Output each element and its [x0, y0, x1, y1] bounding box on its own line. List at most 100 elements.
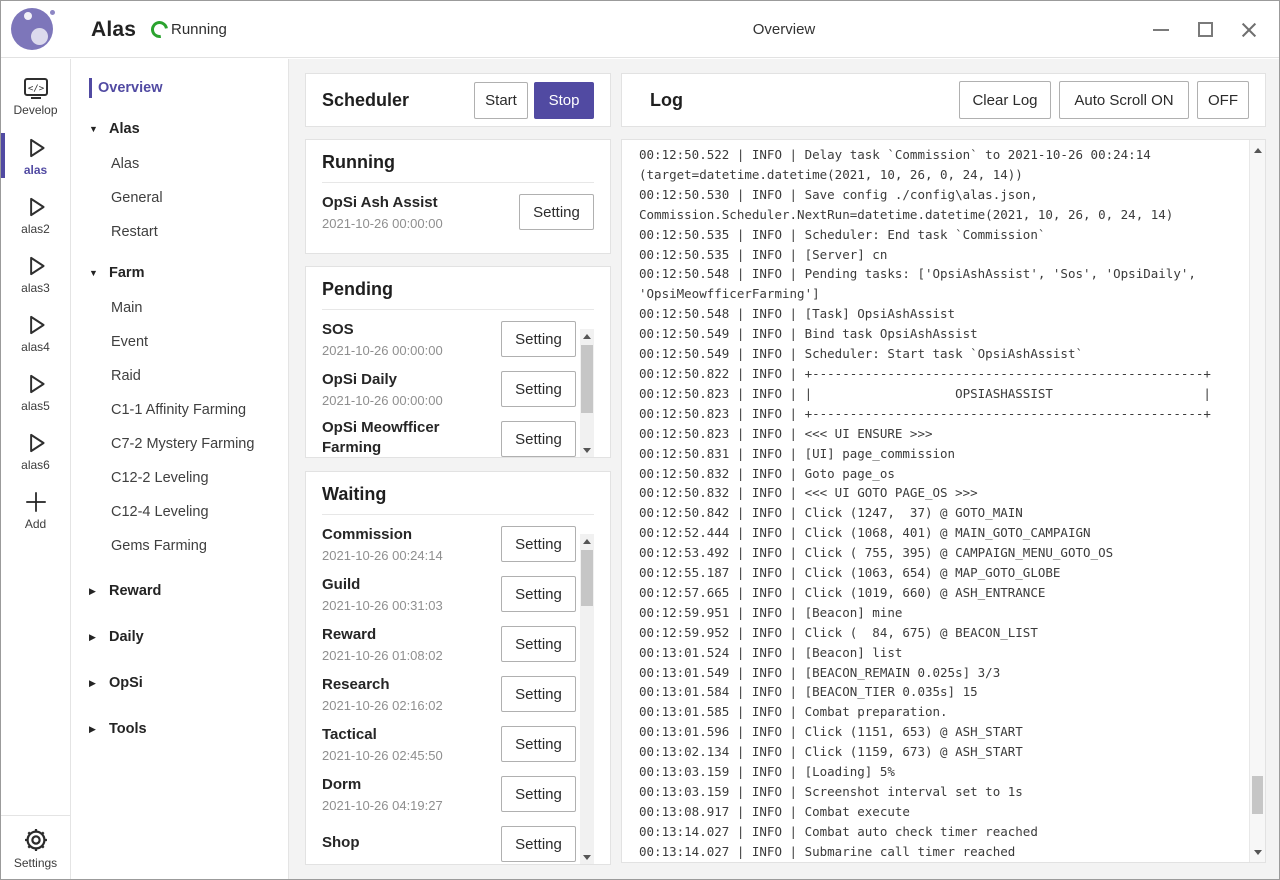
log-line: 00:12:52.444 | INFO | Click (1068, 401) …: [639, 523, 1251, 543]
log-panel-header: Log Clear Log Auto Scroll ON OFF: [621, 73, 1266, 127]
logo-blob: [24, 12, 32, 20]
scroll-up-icon[interactable]: [580, 329, 594, 343]
plus-icon: [23, 489, 49, 515]
setting-button[interactable]: Setting: [501, 626, 576, 662]
log-line: 00:12:50.548 | INFO | [Task] OpsiAshAssi…: [639, 304, 1251, 324]
window-title: Overview: [289, 1, 1279, 58]
rail-item-alas3[interactable]: alas3: [1, 244, 70, 303]
setting-button[interactable]: Setting: [501, 776, 576, 812]
rail-item-alas2[interactable]: alas2: [1, 185, 70, 244]
start-button[interactable]: Start: [474, 82, 528, 119]
task-row-commission: Commission 2021-10-26 00:24:14 Setting: [322, 519, 576, 569]
titlebar: Alas Running Overview: [1, 1, 1279, 58]
auto-scroll-on-button[interactable]: Auto Scroll ON: [1059, 81, 1189, 119]
nav-group-farm[interactable]: ▼ Farm: [71, 255, 288, 291]
log-output: 00:12:50.522 | INFO | Delay task `Commis…: [639, 145, 1251, 862]
setting-button[interactable]: Setting: [501, 826, 576, 862]
nav-item-raid[interactable]: Raid: [71, 359, 288, 393]
log-line: 00:12:59.951 | INFO | [Beacon] mine: [639, 603, 1251, 623]
rail-item-alas4[interactable]: alas4: [1, 303, 70, 362]
nav-item-c7-2-mystery-farming[interactable]: C7-2 Mystery Farming: [71, 427, 288, 461]
pending-scrollbar[interactable]: [580, 329, 594, 457]
nav-group-label: Daily: [109, 629, 144, 645]
log-line: 00:13:14.027 | INFO | Submarine call tim…: [639, 842, 1251, 862]
nav-item-event[interactable]: Event: [71, 325, 288, 359]
setting-button[interactable]: Setting: [519, 194, 594, 230]
divider: [322, 182, 594, 183]
task-next-run: 2021-10-26 00:31:03: [322, 598, 494, 613]
scrollbar-thumb[interactable]: [581, 345, 593, 413]
log-line: 00:13:01.524 | INFO | [Beacon] list: [639, 643, 1251, 663]
task-name: OpSi Daily: [322, 370, 494, 390]
scroll-down-icon[interactable]: [1250, 844, 1265, 860]
setting-button[interactable]: Setting: [501, 321, 576, 357]
nav-item-gems-farming[interactable]: Gems Farming: [71, 529, 288, 563]
scroll-up-icon[interactable]: [1250, 142, 1265, 158]
rail-item-label: alas3: [21, 281, 50, 295]
clear-log-button[interactable]: Clear Log: [959, 81, 1051, 119]
chevron-down-icon: ▼: [89, 124, 101, 134]
setting-button[interactable]: Setting: [501, 421, 576, 457]
maximize-button[interactable]: [1183, 10, 1227, 50]
nav-item-general[interactable]: General: [71, 181, 288, 215]
task-row-reward: Reward 2021-10-26 01:08:02 Setting: [322, 619, 576, 669]
status-label: Running: [171, 21, 227, 38]
task-name: SOS: [322, 320, 494, 340]
chevron-right-icon: ▶: [89, 632, 101, 643]
chevron-right-icon: ▶: [89, 724, 101, 735]
rail-item-add[interactable]: Add: [1, 480, 70, 539]
auto-scroll-off-button[interactable]: OFF: [1197, 81, 1249, 119]
divider: [322, 514, 594, 515]
nav-group-reward[interactable]: ▶ Reward: [71, 573, 288, 609]
task-row-guild: Guild 2021-10-26 00:31:03 Setting: [322, 569, 576, 619]
log-line: 00:12:50.831 | INFO | [UI] page_commissi…: [639, 444, 1251, 464]
close-button[interactable]: [1227, 10, 1271, 50]
scroll-down-icon[interactable]: [580, 443, 594, 457]
rail-item-alas[interactable]: alas: [1, 126, 70, 185]
rail-item-develop[interactable]: </> Develop: [1, 67, 70, 126]
scrollbar-thumb[interactable]: [1252, 776, 1263, 814]
rail-item-alas6[interactable]: alas6: [1, 421, 70, 480]
nav-item-main[interactable]: Main: [71, 291, 288, 325]
setting-button[interactable]: Setting: [501, 676, 576, 712]
nav-group-label: Tools: [109, 721, 147, 737]
log-line: Commission.Scheduler.NextRun=datetime.da…: [639, 205, 1251, 225]
rail-item-alas5[interactable]: alas5: [1, 362, 70, 421]
play-icon: [23, 312, 49, 338]
nav-item-c1-1-affinity-farming[interactable]: C1-1 Affinity Farming: [71, 393, 288, 427]
log-panel: 00:12:50.522 | INFO | Delay task `Commis…: [621, 139, 1266, 863]
nav-item-overview[interactable]: Overview: [71, 71, 288, 105]
scrollbar-thumb[interactable]: [581, 550, 593, 606]
minimize-icon: [1153, 29, 1169, 31]
task-row-dorm: Dorm 2021-10-26 04:19:27 Setting: [322, 769, 576, 819]
setting-button[interactable]: Setting: [501, 526, 576, 562]
nav-item-restart[interactable]: Restart: [71, 215, 288, 249]
log-line: 00:12:50.822 | INFO | +-----------------…: [639, 364, 1251, 384]
nav-item-c12-2-leveling[interactable]: C12-2 Leveling: [71, 461, 288, 495]
task-name: Shop: [322, 833, 494, 853]
setting-button[interactable]: Setting: [501, 371, 576, 407]
rail-item-settings[interactable]: Settings: [1, 815, 70, 879]
minimize-button[interactable]: [1139, 10, 1183, 50]
setting-button[interactable]: Setting: [501, 576, 576, 612]
scroll-down-icon[interactable]: [580, 850, 594, 864]
task-name: Dorm: [322, 775, 494, 795]
waiting-scrollbar[interactable]: [580, 534, 594, 864]
nav-group-tools[interactable]: ▶ Tools: [71, 711, 288, 747]
log-line: 00:13:03.159 | INFO | [Loading] 5%: [639, 762, 1251, 782]
stop-button[interactable]: Stop: [534, 82, 594, 119]
log-line: 00:12:50.530 | INFO | Save config ./conf…: [639, 185, 1251, 205]
nav-group-daily[interactable]: ▶ Daily: [71, 619, 288, 655]
play-icon: [23, 194, 49, 220]
log-line: 00:12:50.842 | INFO | Click (1247, 37) @…: [639, 503, 1251, 523]
scroll-up-icon[interactable]: [580, 534, 594, 548]
nav-menu: Overview ▼ Alas Alas General Restart ▼ F…: [71, 59, 289, 879]
task-row-opsi-daily: OpSi Daily 2021-10-26 00:00:00 Setting: [322, 364, 576, 414]
nav-group-opsi[interactable]: ▶ OpSi: [71, 665, 288, 701]
task-row-opsi-meowfficer-farming: OpSi Meowfficer Farming Setting: [322, 414, 576, 458]
log-scrollbar[interactable]: [1249, 140, 1265, 862]
nav-item-alas[interactable]: Alas: [71, 147, 288, 181]
nav-group-alas[interactable]: ▼ Alas: [71, 111, 288, 147]
setting-button[interactable]: Setting: [501, 726, 576, 762]
nav-item-c12-4-leveling[interactable]: C12-4 Leveling: [71, 495, 288, 529]
